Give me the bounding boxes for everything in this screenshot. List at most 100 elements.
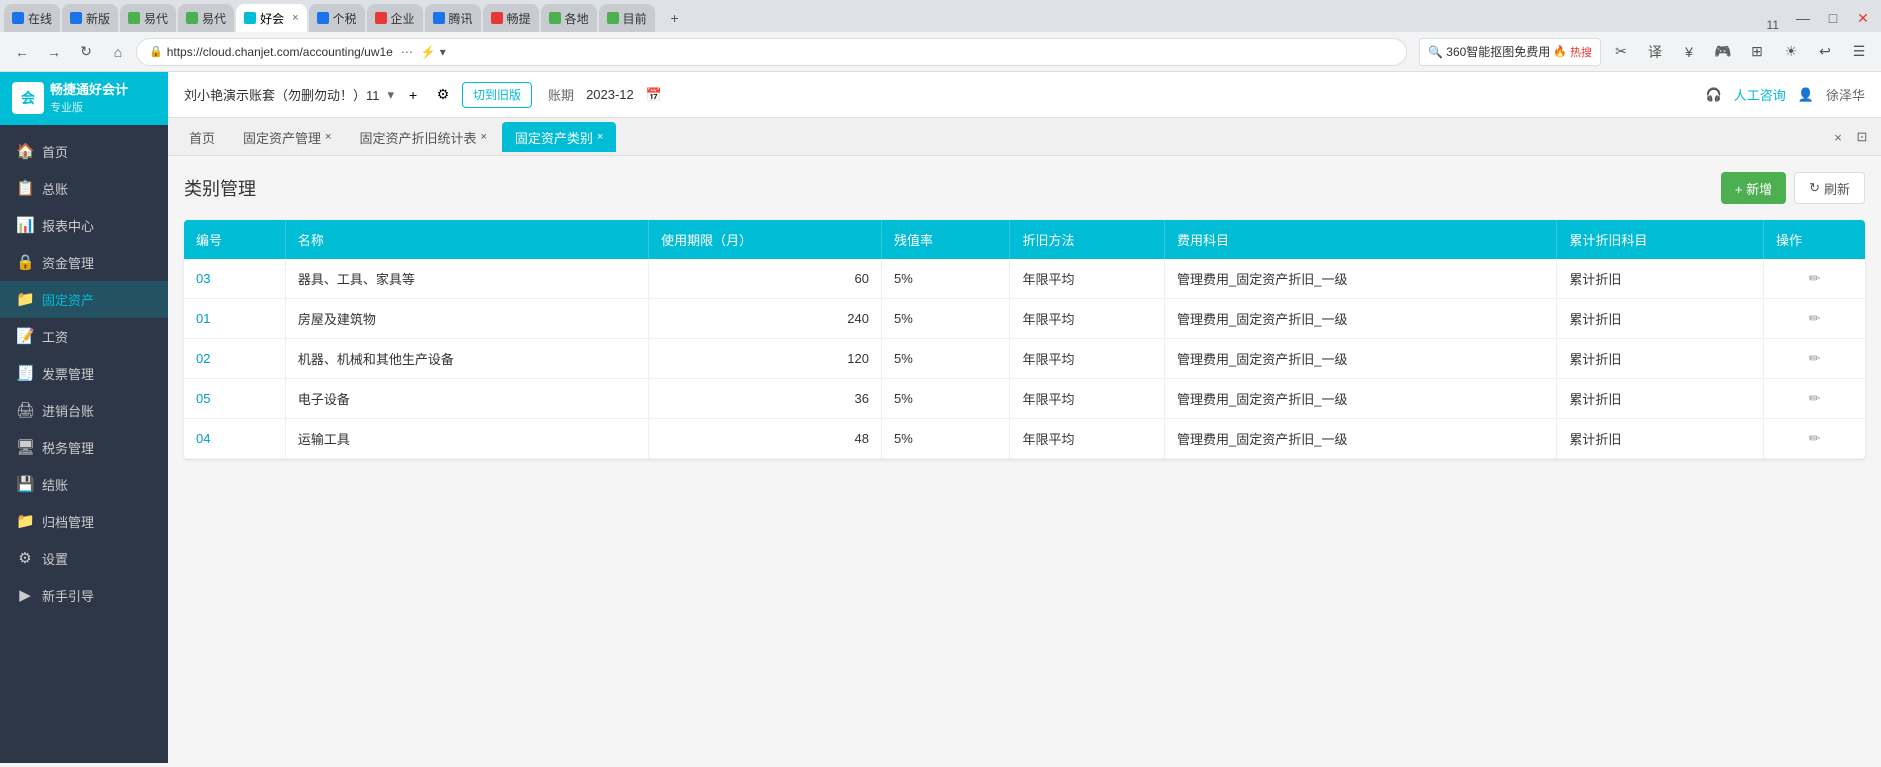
tab-favicon-11	[607, 12, 619, 24]
switch-old-version-button[interactable]: 切到旧版	[462, 82, 532, 108]
search-bar[interactable]: 🔍 360智能抠图免费用 🔥 热搜	[1419, 38, 1601, 66]
page-tab-depreciation-table[interactable]: 固定资产折旧统计表 ×	[346, 122, 499, 152]
col-header-period: 使用期限（月）	[649, 220, 882, 259]
grid-button[interactable]: ⊞	[1743, 38, 1771, 66]
tab-favicon-1	[12, 12, 24, 24]
address-dropdown-icon[interactable]: ▾	[440, 45, 446, 59]
minimize-button[interactable]: —	[1789, 4, 1817, 32]
edit-icon-4[interactable]: ✏	[1809, 430, 1821, 446]
browser-tab-6[interactable]: 个税	[309, 4, 365, 32]
browser-tab-3[interactable]: 易代	[120, 4, 176, 32]
col-header-accumulated-account: 累计折旧科目	[1557, 220, 1764, 259]
sidebar-item-guide[interactable]: ▶ 新手引导	[0, 577, 168, 614]
browser-tab-7[interactable]: 企业	[367, 4, 423, 32]
page-tab-asset-category[interactable]: 固定资产类别 ×	[502, 122, 616, 152]
reload-button[interactable]: ↻	[72, 38, 100, 66]
close-icon-tab-asset-category[interactable]: ×	[597, 131, 603, 143]
cell-name-2: 机器、机械和其他生产设备	[285, 339, 648, 379]
new-tab-button[interactable]: +	[661, 4, 689, 32]
fixed-assets-icon: 📁	[16, 290, 34, 308]
browser-tab-10[interactable]: 各地	[541, 4, 597, 32]
sidebar-item-tax[interactable]: 🖥 税务管理	[0, 429, 168, 466]
undo-button[interactable]: ↩	[1811, 38, 1839, 66]
tab-label-2: 新版	[86, 10, 110, 27]
edit-icon-3[interactable]: ✏	[1809, 390, 1821, 406]
home-button[interactable]: ⌂	[104, 38, 132, 66]
cell-action-1[interactable]: ✏	[1764, 299, 1865, 339]
close-icon-tab-fixed-assets-mgmt[interactable]: ×	[325, 131, 331, 143]
sidebar-item-ledger[interactable]: 📋 总账	[0, 170, 168, 207]
close-icon-tab5[interactable]: ×	[292, 12, 298, 24]
translate-button[interactable]: 译	[1641, 38, 1669, 66]
tab-favicon-10	[549, 12, 561, 24]
sidebar-item-purchase[interactable]: 🖨 进销台账	[0, 392, 168, 429]
browser-tab-8[interactable]: 腾讯	[425, 4, 481, 32]
refresh-button[interactable]: ↻ 刷新	[1794, 172, 1865, 204]
header-settings-button[interactable]: ⚙	[432, 84, 454, 106]
logo-subtitle: 专业版	[50, 99, 128, 115]
page-tabs-wrapper: 首页 固定资产管理 × 固定资产折旧统计表 × 固定资产类别 × × ⊡	[168, 118, 1881, 156]
tab-area-close-button[interactable]: ×	[1827, 126, 1849, 148]
cell-action-4[interactable]: ✏	[1764, 419, 1865, 459]
header-add-button[interactable]: +	[402, 84, 424, 106]
cell-expense-2: 管理费用_固定资产折旧_一级	[1165, 339, 1557, 379]
maximize-button[interactable]: □	[1819, 4, 1847, 32]
edit-icon-1[interactable]: ✏	[1809, 310, 1821, 326]
sidebar-item-fixed-assets[interactable]: 📁 固定资产	[0, 281, 168, 318]
sidebar-item-home[interactable]: 🏠 首页	[0, 133, 168, 170]
support-label[interactable]: 人工咨询	[1734, 85, 1786, 104]
guide-icon: ▶	[16, 586, 34, 604]
calendar-icon[interactable]: 📅	[646, 87, 662, 103]
sidebar-item-settlement[interactable]: 💾 结账	[0, 466, 168, 503]
scissors-button[interactable]: ✂	[1607, 38, 1635, 66]
cell-residual-3: 5%	[881, 379, 1009, 419]
address-expand-icon: ⋯	[401, 45, 413, 59]
page-tab-fixed-assets-mgmt[interactable]: 固定资产管理 ×	[230, 122, 344, 152]
brightness-button[interactable]: ☀	[1777, 38, 1805, 66]
menu-button[interactable]: ☰	[1845, 38, 1873, 66]
sidebar-item-archive[interactable]: 📁 归档管理	[0, 503, 168, 540]
browser-tab-9[interactable]: 畅提	[483, 4, 539, 32]
cell-action-0[interactable]: ✏	[1764, 259, 1865, 299]
cell-code-2: 02	[184, 339, 285, 379]
sidebar-label-guide: 新手引导	[42, 586, 94, 605]
add-category-button[interactable]: + 新增	[1721, 172, 1786, 204]
browser-tab-2[interactable]: 新版	[62, 4, 118, 32]
sidebar-item-reports[interactable]: 📊 报表中心	[0, 207, 168, 244]
edit-icon-0[interactable]: ✏	[1809, 270, 1821, 286]
browser-tab-5[interactable]: 好会 ×	[236, 4, 306, 32]
tab-area-expand-button[interactable]: ⊡	[1851, 126, 1873, 148]
browser-tab-4[interactable]: 易代	[178, 4, 234, 32]
page-tab-home[interactable]: 首页	[176, 122, 228, 152]
cell-action-2[interactable]: ✏	[1764, 339, 1865, 379]
sidebar-item-settings[interactable]: ⚙ 设置	[0, 540, 168, 577]
cell-name-4: 运输工具	[285, 419, 648, 459]
sidebar-label-tax: 税务管理	[42, 438, 94, 457]
cell-expense-1: 管理费用_固定资产折旧_一级	[1165, 299, 1557, 339]
address-bar[interactable]: 🔒 https://cloud.chanjet.com/accounting/u…	[136, 38, 1407, 66]
sidebar-logo: 会 畅捷通好会计 专业版	[0, 72, 168, 125]
back-button[interactable]: ←	[8, 38, 36, 66]
game-button[interactable]: 🎮	[1709, 38, 1737, 66]
browser-tab-11[interactable]: 目前	[599, 4, 655, 32]
edit-icon-2[interactable]: ✏	[1809, 350, 1821, 366]
forward-button[interactable]: →	[40, 38, 68, 66]
sidebar-nav: 🏠 首页 📋 总账 📊 报表中心 🔒 资金管理 📁 固定资产 📝 工资	[0, 125, 168, 763]
browser-tab-1[interactable]: 在线	[4, 4, 60, 32]
close-browser-button[interactable]: ✕	[1849, 4, 1877, 32]
category-table: 编号 名称 使用期限（月） 残值率 折旧方法 费用科目 累计折旧科目 操作 03…	[184, 220, 1865, 459]
cell-action-3[interactable]: ✏	[1764, 379, 1865, 419]
sidebar-item-invoice[interactable]: 🧾 发票管理	[0, 355, 168, 392]
close-icon-tab-depreciation[interactable]: ×	[480, 131, 486, 143]
sidebar-label-home: 首页	[42, 142, 68, 161]
tab-favicon-2	[70, 12, 82, 24]
sidebar-label-invoice: 发票管理	[42, 364, 94, 383]
coupon-button[interactable]: ¥	[1675, 38, 1703, 66]
lock-icon: 🔒	[149, 45, 163, 58]
page-actions: + 新增 ↻ 刷新	[1721, 172, 1865, 204]
page-title: 类别管理	[184, 175, 256, 201]
tab-window-controls: × ⊡	[1819, 118, 1881, 156]
header-dropdown-icon[interactable]: ▾	[388, 87, 395, 103]
sidebar-item-finance[interactable]: 🔒 资金管理	[0, 244, 168, 281]
sidebar-item-payroll[interactable]: 📝 工资	[0, 318, 168, 355]
